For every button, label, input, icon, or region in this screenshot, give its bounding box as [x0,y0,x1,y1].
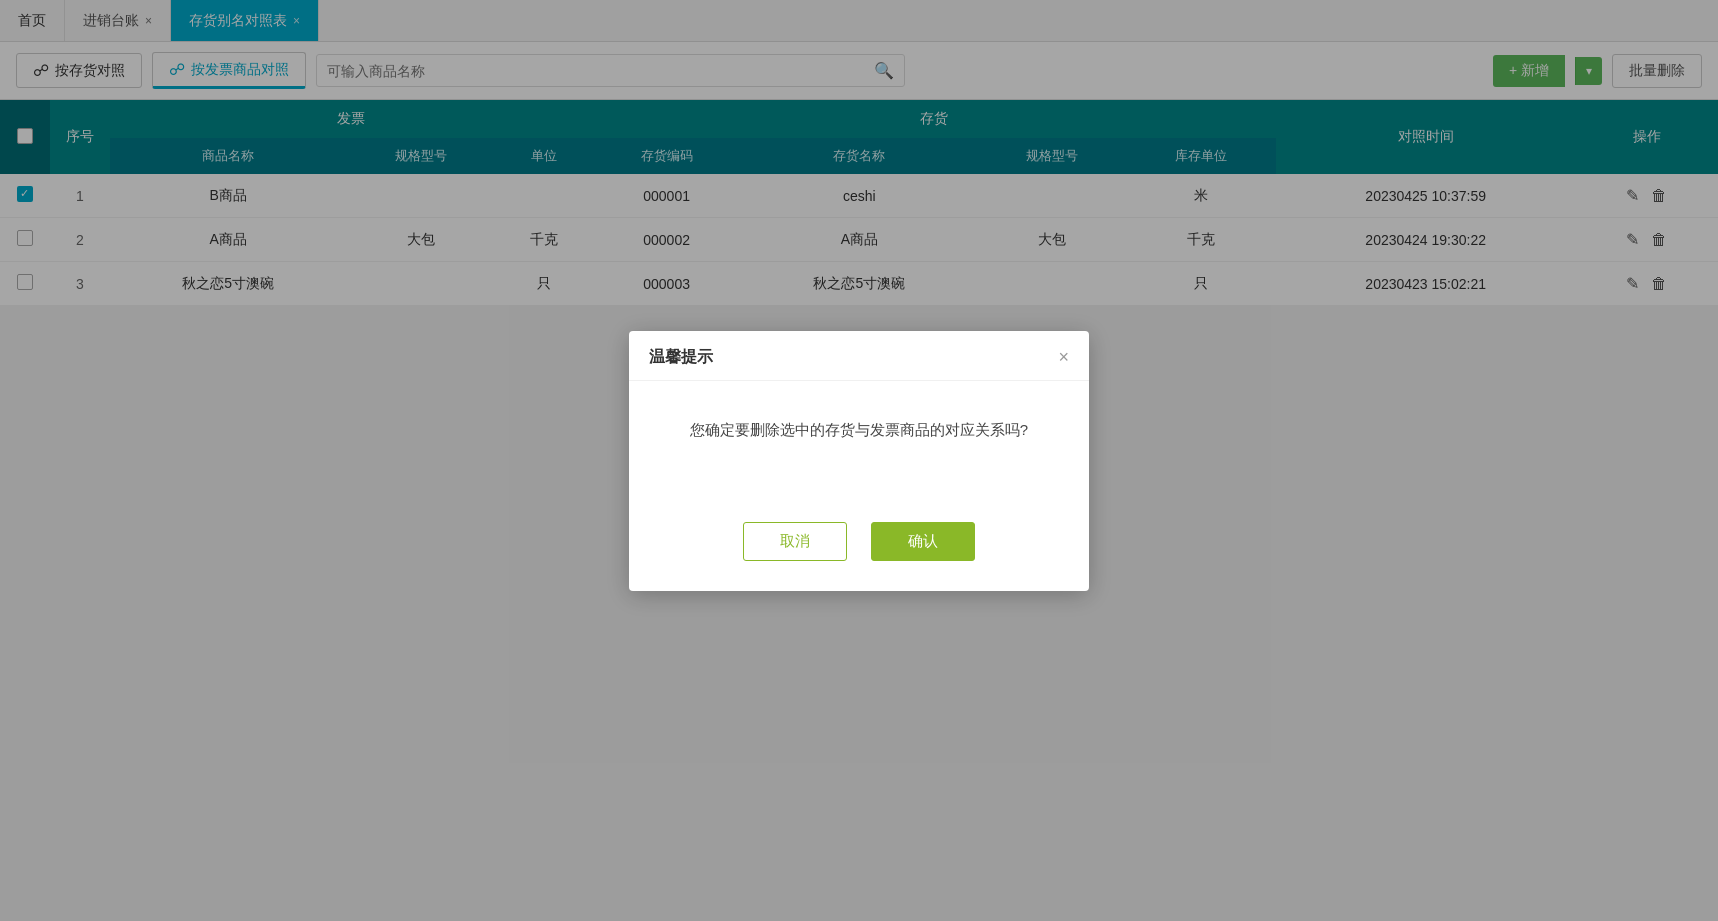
dialog-overlay: 温馨提示 × 您确定要删除选中的存货与发票商品的对应关系吗? 取消 确认 [0,0,1718,306]
